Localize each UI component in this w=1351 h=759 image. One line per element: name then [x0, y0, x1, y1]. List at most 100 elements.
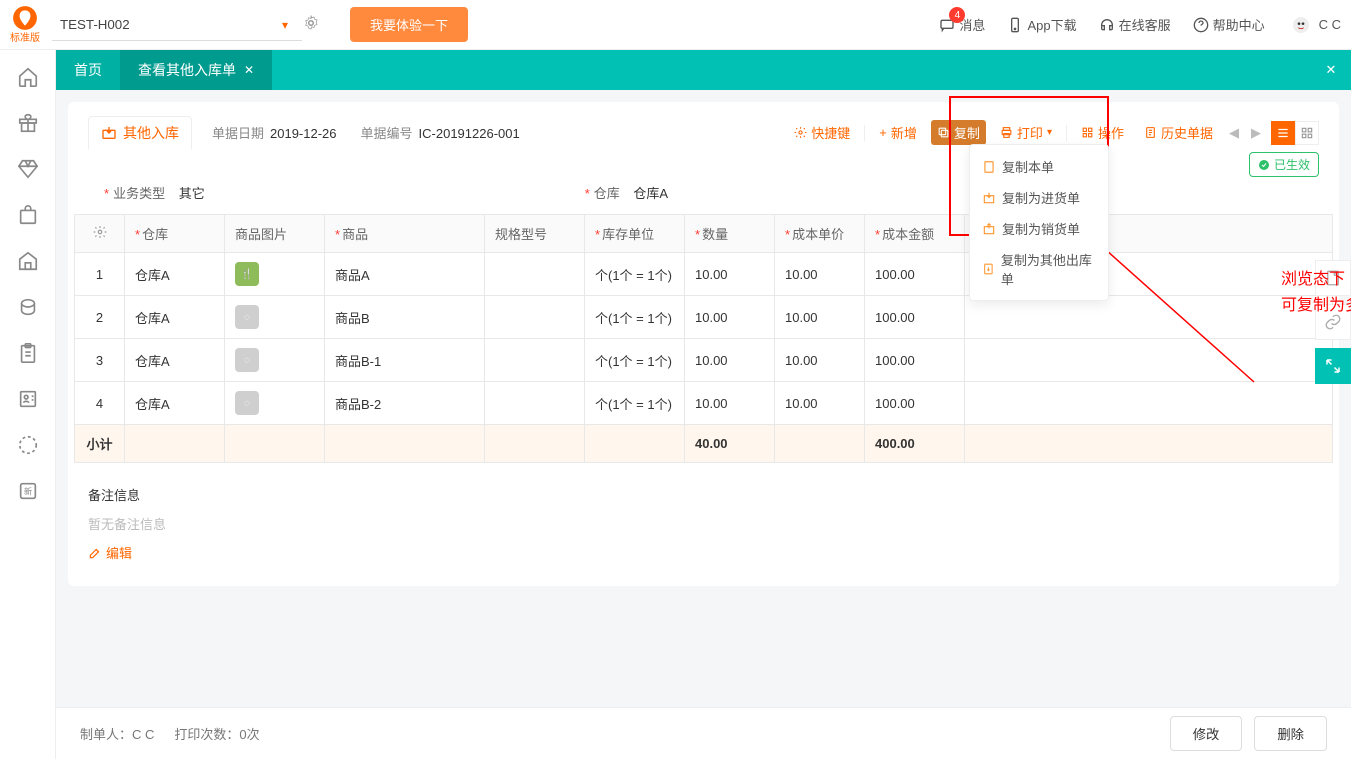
app-download-button[interactable]: App下载 — [1007, 15, 1076, 34]
tab-home-label: 首页 — [74, 60, 102, 80]
cell-image: ◌ — [225, 339, 325, 382]
col-warehouse[interactable]: *仓库 — [125, 215, 225, 253]
cell-qty: 10.00 — [685, 382, 775, 425]
tab-active-label: 查看其他入库单 — [138, 60, 236, 80]
plus-icon: + — [879, 125, 887, 140]
tab-active[interactable]: 查看其他入库单 ✕ — [120, 50, 272, 90]
experience-button[interactable]: 我要体验一下 — [350, 7, 468, 42]
status-badge: 已生效 — [1249, 152, 1319, 177]
table-row[interactable]: 2仓库A◌商品B个(1个 = 1个)10.0010.00100.00 — [75, 296, 1333, 339]
dropdown-copy-sales[interactable]: 复制为销货单 — [970, 213, 1108, 244]
wh-value: 仓库A — [633, 186, 668, 201]
cell-price: 10.00 — [775, 253, 865, 296]
subtotal-amount: 400.00 — [865, 425, 965, 463]
message-button[interactable]: 4 消息 — [939, 15, 985, 34]
col-product[interactable]: *商品 — [325, 215, 485, 253]
table-row[interactable]: 4仓库A◌商品B-2个(1个 = 1个)10.0010.00100.00 — [75, 382, 1333, 425]
col-unit[interactable]: *库存单位 — [585, 215, 685, 253]
copy-icon — [937, 126, 950, 139]
clipboard-icon[interactable] — [17, 342, 39, 364]
new-button[interactable]: + 新增 — [873, 120, 923, 145]
close-all-tabs[interactable]: ✕ — [1311, 50, 1351, 90]
list-view-button[interactable] — [1271, 121, 1295, 145]
home-icon[interactable] — [17, 66, 39, 88]
modify-button[interactable]: 修改 — [1170, 716, 1243, 751]
sidebar: 新 — [0, 50, 56, 759]
table-row[interactable]: 1仓库A🍴商品A个(1个 = 1个)10.0010.00100.00 — [75, 253, 1333, 296]
product-image-icon: ◌ — [235, 305, 259, 329]
doc-type-tab[interactable]: 其他入库 — [88, 116, 192, 149]
history-button[interactable]: 历史单据 — [1138, 120, 1219, 145]
app-download-label: App下载 — [1027, 15, 1076, 34]
document-card: 其他入库 单据日期2019-12-26 单据编号IC-20191226-001 … — [68, 102, 1339, 586]
note-button[interactable] — [1315, 260, 1351, 296]
bag-icon[interactable] — [17, 204, 39, 226]
new-icon[interactable]: 新 — [17, 480, 39, 502]
contact-icon[interactable] — [17, 388, 39, 410]
expand-button[interactable] — [1315, 348, 1351, 384]
svg-text:新: 新 — [23, 487, 31, 497]
table-row[interactable]: 3仓库A◌商品B-1个(1个 = 1个)10.0010.00100.00 — [75, 339, 1333, 382]
print-button[interactable]: 打印 ▾ — [994, 120, 1058, 145]
dropdown-item-label: 复制本单 — [1002, 157, 1054, 176]
diamond-icon[interactable] — [17, 158, 39, 180]
cell-index: 1 — [75, 253, 125, 296]
prev-doc-arrow[interactable]: ◀ — [1227, 125, 1241, 141]
service-button[interactable]: 在线客服 — [1099, 15, 1171, 34]
close-icon[interactable]: ✕ — [244, 63, 254, 77]
org-select[interactable] — [52, 9, 302, 41]
cell-warehouse: 仓库A — [125, 339, 225, 382]
col-amount[interactable]: *成本金额 — [865, 215, 965, 253]
cell-warehouse: 仓库A — [125, 253, 225, 296]
footer-buttons: 修改 删除 — [1170, 716, 1327, 751]
phone-icon — [1007, 17, 1023, 33]
dropdown-copy-other-out[interactable]: 复制为其他出库单 — [970, 244, 1108, 294]
remarks-section: 备注信息 暂无备注信息 编辑 — [68, 475, 1339, 586]
user-name: C C — [1319, 17, 1341, 32]
col-spec[interactable]: 规格型号 — [485, 215, 585, 253]
cell-qty: 10.00 — [685, 339, 775, 382]
box-out-icon — [982, 222, 996, 236]
cell-spec — [485, 253, 585, 296]
col-price[interactable]: *成本单价 — [775, 215, 865, 253]
help-label: 帮助中心 — [1213, 15, 1265, 34]
gift-icon[interactable] — [17, 112, 39, 134]
next-doc-arrow[interactable]: ▶ — [1249, 125, 1263, 141]
ring-icon[interactable] — [17, 434, 39, 456]
cell-avail — [965, 296, 1333, 339]
cell-product: 商品B — [325, 296, 485, 339]
chevron-down-icon[interactable]: ▾ — [282, 18, 288, 32]
cell-warehouse: 仓库A — [125, 382, 225, 425]
doc-fields: *业务类型 其它 *仓库 仓库A — [68, 163, 1339, 214]
help-button[interactable]: 帮助中心 — [1193, 15, 1265, 34]
biz-label: 业务类型 — [113, 186, 165, 201]
link-button[interactable] — [1315, 304, 1351, 340]
delete-button[interactable]: 删除 — [1254, 716, 1327, 751]
money-icon[interactable] — [17, 296, 39, 318]
grid-view-button[interactable] — [1295, 121, 1319, 145]
dropdown-copy-purchase[interactable]: 复制为进货单 — [970, 182, 1108, 213]
cell-spec — [485, 382, 585, 425]
col-qty[interactable]: *数量 — [685, 215, 775, 253]
col-gear[interactable] — [75, 215, 125, 253]
inbound-icon — [101, 125, 117, 141]
shortcut-button[interactable]: 快捷键 — [788, 120, 856, 145]
gear-icon[interactable] — [302, 14, 320, 35]
copy-dropdown: 复制本单 复制为进货单 复制为销货单 复制为其他出库单 — [969, 144, 1109, 301]
copy-button[interactable]: 复制 — [931, 120, 986, 145]
print-label: 打印 — [1017, 123, 1043, 142]
doc-out-icon — [982, 262, 995, 276]
subtotal-qty: 40.00 — [685, 425, 775, 463]
tab-home[interactable]: 首页 — [56, 50, 120, 90]
edit-remarks-button[interactable]: 编辑 — [88, 543, 1319, 562]
items-table-wrap: *仓库 商品图片 *商品 规格型号 *库存单位 *数量 *成本单价 *成本金额 … — [68, 214, 1339, 475]
col-image[interactable]: 商品图片 — [225, 215, 325, 253]
cell-price: 10.00 — [775, 382, 865, 425]
cell-avail — [965, 382, 1333, 425]
dropdown-copy-self[interactable]: 复制本单 — [970, 151, 1108, 182]
user-menu[interactable]: C C — [1287, 11, 1341, 39]
operations-button[interactable]: 操作 — [1075, 120, 1130, 145]
warehouse-icon[interactable] — [17, 250, 39, 272]
print-icon — [1000, 126, 1013, 139]
logo[interactable]: 标准版 — [10, 5, 40, 44]
